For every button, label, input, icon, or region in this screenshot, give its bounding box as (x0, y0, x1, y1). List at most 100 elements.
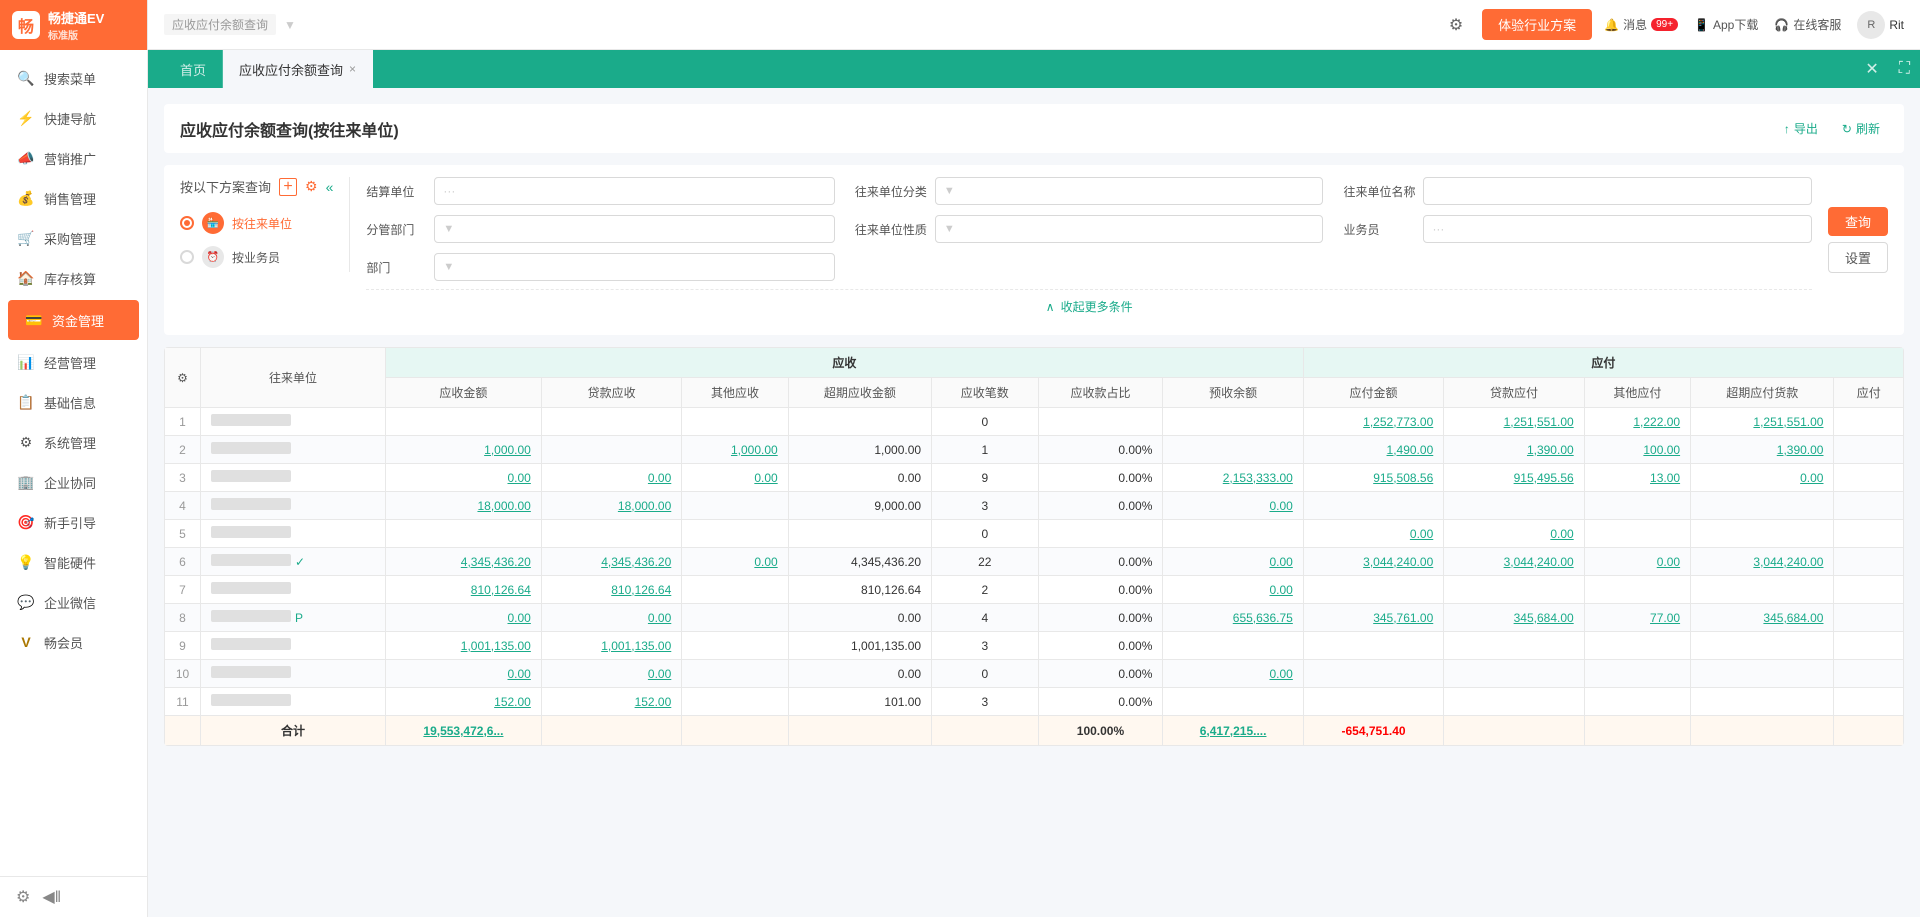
more-conditions-btn[interactable]: ∧ 收起更多条件 (366, 289, 1812, 323)
tab-ar-ap[interactable]: 应收应付余额查询 × (223, 50, 373, 88)
table-cell[interactable]: 0.00 (1303, 520, 1443, 548)
table-cell[interactable]: 13.00 (1584, 464, 1690, 492)
table-cell[interactable]: 152.00 (386, 688, 542, 716)
table-cell[interactable]: 0.00 (386, 660, 542, 688)
table-cell[interactable]: 0.00 (682, 548, 788, 576)
query-button[interactable]: 查询 (1828, 207, 1888, 236)
online-service-btn[interactable]: 🎧 在线客服 (1774, 16, 1841, 33)
sidebar-item-wechat[interactable]: 💬 企业微信 (0, 582, 147, 622)
sidebar-item-sales[interactable]: 💰 销售管理 (0, 178, 147, 218)
table-cell[interactable]: 1,000.00 (386, 436, 542, 464)
table-cell[interactable]: 345,684.00 (1444, 604, 1584, 632)
add-scheme-btn[interactable]: + (279, 178, 297, 196)
table-cell[interactable]: 810,126.64 (386, 576, 542, 604)
user-name[interactable]: Rit (1889, 18, 1904, 32)
table-cell[interactable]: 100.00 (1584, 436, 1690, 464)
sidebar-item-search-menu[interactable]: 🔍 搜索菜单 (0, 58, 147, 98)
table-cell[interactable]: 1,222.00 (1584, 408, 1690, 436)
sidebar-item-enterprise[interactable]: 🏢 企业协同 (0, 462, 147, 502)
scheme-radio-staff[interactable] (180, 250, 194, 264)
sidebar-item-basic-info[interactable]: 📋 基础信息 (0, 382, 147, 422)
table-cell[interactable]: 1,390.00 (1444, 436, 1584, 464)
table-cell[interactable]: 3,044,240.00 (1691, 548, 1834, 576)
table-cell[interactable]: 655,636.75 (1163, 604, 1303, 632)
salesperson-input[interactable]: ··· (1423, 215, 1812, 243)
table-cell[interactable]: 2,153,333.00 (1163, 464, 1303, 492)
table-cell[interactable]: 1,490.00 (1303, 436, 1443, 464)
gear-button[interactable]: ⚙ (1442, 11, 1470, 39)
table-cell[interactable]: 0.00 (1163, 492, 1303, 520)
table-cell[interactable]: 1,390.00 (1691, 436, 1834, 464)
partner-name-input[interactable] (1423, 177, 1812, 205)
scheme-label-partner[interactable]: 按往来单位 (232, 215, 292, 232)
table-cell[interactable]: 345,761.00 (1303, 604, 1443, 632)
partner-category-input[interactable]: ▼ (935, 177, 1324, 205)
table-cell[interactable]: 0.00 (541, 660, 681, 688)
table-cell[interactable]: 810,126.64 (541, 576, 681, 604)
collapse-icon[interactable]: ◀‖ (42, 887, 61, 907)
refresh-btn[interactable]: ↻ 刷新 (1834, 116, 1888, 141)
table-cell[interactable]: 18,000.00 (386, 492, 542, 520)
table-cell[interactable]: 0.00 (541, 464, 681, 492)
sidebar-item-inventory[interactable]: 🏠 库存核算 (0, 258, 147, 298)
scheme-radio-partner[interactable] (180, 216, 194, 230)
table-cell[interactable]: 152.00 (541, 688, 681, 716)
scheme-label-staff[interactable]: 按业务员 (232, 249, 280, 266)
table-cell[interactable]: 0.00 (1163, 660, 1303, 688)
sidebar-item-quick-nav[interactable]: ⚡ 快捷导航 (0, 98, 147, 138)
table-cell[interactable]: 0.00 (386, 464, 542, 492)
table-cell[interactable]: 4,345,436.20 (386, 548, 542, 576)
table-cell[interactable]: 18,000.00 (541, 492, 681, 520)
collapse-scheme-btn[interactable]: « (326, 179, 334, 195)
table-cell[interactable]: 3,044,240.00 (1444, 548, 1584, 576)
table-settings-icon[interactable]: ⚙ (165, 348, 201, 408)
total-ar-prepay[interactable]: 6,417,215.... (1163, 716, 1303, 746)
table-cell[interactable]: 0.00 (682, 464, 788, 492)
dept-input[interactable]: ▼ (434, 253, 835, 281)
sidebar-item-operations[interactable]: 📊 经营管理 (0, 342, 147, 382)
export-btn[interactable]: ↑ 导出 (1776, 116, 1826, 141)
app-download-btn[interactable]: 📱 App下载 (1694, 16, 1758, 33)
table-cell[interactable]: 915,495.56 (1444, 464, 1584, 492)
trial-button[interactable]: 体验行业方案 (1482, 9, 1592, 40)
table-cell[interactable]: 0.00 (541, 604, 681, 632)
table-cell: 0.00 (788, 604, 931, 632)
settlement-unit-input[interactable]: ··· (434, 177, 835, 205)
sidebar-item-hardware[interactable]: 💡 智能硬件 (0, 542, 147, 582)
table-cell[interactable]: 0.00 (1584, 548, 1690, 576)
table-cell[interactable]: 1,001,135.00 (541, 632, 681, 660)
partner-nature-input[interactable]: ▼ (935, 215, 1324, 243)
message-btn[interactable]: 🔔 消息 99+ (1604, 16, 1678, 33)
sidebar-item-funds[interactable]: 💳 资金管理 (8, 300, 139, 340)
sidebar-item-guide[interactable]: 🎯 新手引导 (0, 502, 147, 542)
dept-manager-input[interactable]: ▼ (434, 215, 835, 243)
table-cell[interactable]: 77.00 (1584, 604, 1690, 632)
table-cell[interactable]: 1,251,551.00 (1444, 408, 1584, 436)
table-cell[interactable]: 345,684.00 (1691, 604, 1834, 632)
table-cell[interactable]: 4,345,436.20 (541, 548, 681, 576)
sidebar-item-member[interactable]: V 畅会员 (0, 622, 147, 662)
table-cell[interactable]: 1,000.00 (682, 436, 788, 464)
edit-scheme-btn[interactable]: ⚙ (305, 178, 318, 195)
table-cell[interactable]: 0.00 (1444, 520, 1584, 548)
tab-expand-btn[interactable]: ⛶ (1889, 60, 1920, 78)
table-cell[interactable]: 1,252,773.00 (1303, 408, 1443, 436)
tab-home[interactable]: 首页 (164, 50, 223, 88)
tab-close-icon[interactable]: × (349, 62, 356, 76)
setting-button[interactable]: 设置 (1828, 242, 1888, 273)
sidebar-item-purchase[interactable]: 🛒 采购管理 (0, 218, 147, 258)
table-cell[interactable]: 0.00 (1163, 576, 1303, 604)
settings-icon[interactable]: ⚙ (16, 887, 30, 907)
tab-close-btn[interactable]: ✕ (1855, 59, 1888, 79)
table-cell[interactable]: 0.00 (1691, 464, 1834, 492)
sidebar-item-system[interactable]: ⚙ 系统管理 (0, 422, 147, 462)
total-ar-amount[interactable]: 19,553,472,6... (386, 716, 542, 746)
table-cell[interactable]: 3,044,240.00 (1303, 548, 1443, 576)
user-area[interactable]: R Rit (1857, 11, 1904, 39)
table-cell[interactable]: 1,251,551.00 (1691, 408, 1834, 436)
table-cell[interactable]: 0.00 (386, 604, 542, 632)
sidebar-item-marketing[interactable]: 📣 营销推广 (0, 138, 147, 178)
table-cell[interactable]: 0.00 (1163, 548, 1303, 576)
table-cell[interactable]: 915,508.56 (1303, 464, 1443, 492)
table-cell[interactable]: 1,001,135.00 (386, 632, 542, 660)
